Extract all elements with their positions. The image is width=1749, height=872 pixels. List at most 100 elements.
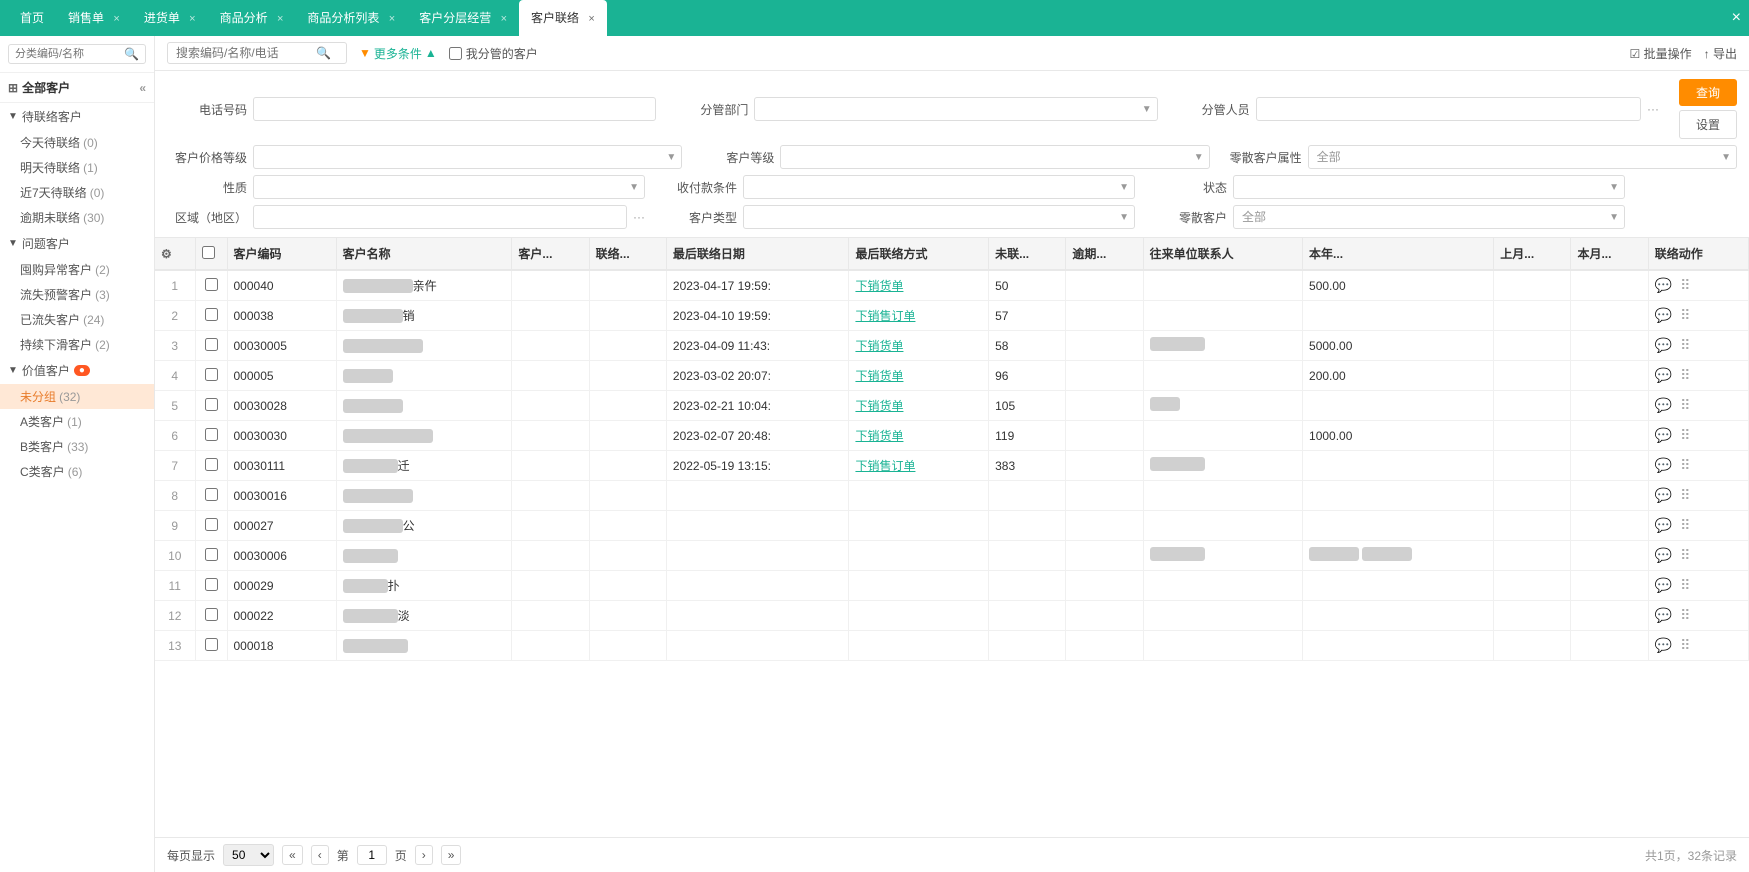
chat-icon[interactable]: 💬 <box>1655 397 1672 414</box>
window-close-button[interactable]: × <box>1732 9 1741 27</box>
gear-icon[interactable]: ⚙ <box>161 247 172 261</box>
tab-purchase[interactable]: 进货单 × <box>132 0 208 36</box>
sidebar-item-churn-warning[interactable]: 流失预警客户 (3) <box>0 282 154 307</box>
chat-icon[interactable]: 💬 <box>1655 487 1672 504</box>
chat-icon[interactable]: 💬 <box>1655 307 1672 324</box>
my-customers-checkbox-label[interactable]: 我分管的客户 <box>449 45 538 62</box>
more-action-icon[interactable]: ⠿ <box>1680 307 1690 324</box>
sidebar-item-today-pending[interactable]: 今天待联络 (0) <box>0 130 154 155</box>
last-method-link[interactable]: 下销货单 <box>855 399 903 413</box>
page-size-select[interactable]: 50 100 <box>223 844 274 866</box>
chat-icon[interactable]: 💬 <box>1655 337 1672 354</box>
more-action-icon[interactable]: ⠿ <box>1680 367 1690 384</box>
sidebar-all-customers[interactable]: ⊞ 全部客户 « <box>0 73 154 103</box>
filter-region-dots[interactable]: ··· <box>633 210 645 224</box>
filter-status-select[interactable] <box>1233 175 1625 199</box>
last-method-link[interactable]: 下销货单 <box>855 369 903 383</box>
last-method-link[interactable]: 下销货单 <box>855 339 903 353</box>
tab-sales-close[interactable]: × <box>113 13 119 25</box>
filter-phone-input[interactable] <box>253 97 656 121</box>
my-customers-checkbox[interactable] <box>449 47 462 60</box>
tab-product-analysis-list[interactable]: 商品分析列表 × <box>295 0 407 36</box>
tab-sales[interactable]: 销售单 × <box>56 0 132 36</box>
filter-scatter-attr-select[interactable]: 全部 <box>1308 145 1737 169</box>
row-checkbox[interactable] <box>205 278 218 291</box>
page-number-input[interactable] <box>357 845 387 865</box>
filter-scatter-customer-select[interactable]: 全部 <box>1233 205 1625 229</box>
filter-search-input[interactable] <box>176 46 316 60</box>
more-action-icon[interactable]: ⠿ <box>1680 337 1690 354</box>
last-method-link[interactable]: 下销货单 <box>855 429 903 443</box>
row-checkbox[interactable] <box>205 578 218 591</box>
last-method-link[interactable]: 下销货单 <box>855 279 903 293</box>
row-checkbox[interactable] <box>205 548 218 561</box>
select-all-checkbox[interactable] <box>202 246 215 259</box>
more-action-icon[interactable]: ⠿ <box>1680 457 1690 474</box>
batch-op-button[interactable]: ☑ 批量操作 <box>1630 45 1692 62</box>
tab-product-analysis[interactable]: 商品分析 × <box>208 0 296 36</box>
chat-icon[interactable]: 💬 <box>1655 367 1672 384</box>
filter-person-dots[interactable]: ··· <box>1647 102 1659 116</box>
more-action-icon[interactable]: ⠿ <box>1680 637 1690 654</box>
sidebar-collapse-button[interactable]: « <box>139 81 146 95</box>
filter-customer-level-select[interactable] <box>780 145 1209 169</box>
home-tab[interactable]: 首页 <box>8 0 56 36</box>
filter-customer-type-select[interactable] <box>743 205 1135 229</box>
chat-icon[interactable]: 💬 <box>1655 577 1672 594</box>
more-action-icon[interactable]: ⠿ <box>1680 277 1690 294</box>
row-checkbox[interactable] <box>205 638 218 651</box>
row-checkbox[interactable] <box>205 368 218 381</box>
row-checkbox[interactable] <box>205 398 218 411</box>
filter-nature-select[interactable] <box>253 175 645 199</box>
query-button[interactable]: 查询 <box>1679 79 1737 106</box>
sidebar-item-tomorrow-pending[interactable]: 明天待联络 (1) <box>0 155 154 180</box>
sidebar-item-declining[interactable]: 持续下滑客户 (2) <box>0 332 154 357</box>
last-method-link[interactable]: 下销售订单 <box>855 459 915 473</box>
tab-product-analysis-close[interactable]: × <box>277 13 283 25</box>
sidebar-item-class-c[interactable]: C类客户 (6) <box>0 459 154 484</box>
filter-price-tier-select[interactable] <box>253 145 682 169</box>
more-action-icon[interactable]: ⠿ <box>1680 397 1690 414</box>
filter-person-select[interactable] <box>1256 97 1641 121</box>
sidebar-item-week-pending[interactable]: 近7天待联络 (0) <box>0 180 154 205</box>
row-checkbox[interactable] <box>205 608 218 621</box>
sidebar-item-hoarding-abnormal[interactable]: 囤购异常客户 (2) <box>0 257 154 282</box>
tab-purchase-close[interactable]: × <box>189 13 195 25</box>
filter-dept-select[interactable] <box>754 97 1157 121</box>
chat-icon[interactable]: 💬 <box>1655 637 1672 654</box>
chat-icon[interactable]: 💬 <box>1655 277 1672 294</box>
sidebar-item-unclassified[interactable]: 未分组 (32) <box>0 384 154 409</box>
reset-button[interactable]: 设置 <box>1679 110 1737 139</box>
more-action-icon[interactable]: ⠿ <box>1680 577 1690 594</box>
sidebar-group-problem[interactable]: ▼ 问题客户 <box>0 230 154 257</box>
tab-customer-tier-close[interactable]: × <box>501 13 507 25</box>
chat-icon[interactable]: 💬 <box>1655 607 1672 624</box>
row-checkbox[interactable] <box>205 308 218 321</box>
chat-icon[interactable]: 💬 <box>1655 427 1672 444</box>
last-page-button[interactable]: » <box>441 845 462 865</box>
first-page-button[interactable]: « <box>282 845 303 865</box>
chat-icon[interactable]: 💬 <box>1655 457 1672 474</box>
more-action-icon[interactable]: ⠿ <box>1680 607 1690 624</box>
row-checkbox[interactable] <box>205 488 218 501</box>
tab-customer-contact[interactable]: 客户联络 × <box>519 0 607 36</box>
row-checkbox[interactable] <box>205 458 218 471</box>
filter-region-select[interactable] <box>253 205 627 229</box>
row-checkbox[interactable] <box>205 338 218 351</box>
more-conditions-button[interactable]: ▼ 更多条件 ▲ <box>359 45 437 62</box>
row-checkbox[interactable] <box>205 518 218 531</box>
more-action-icon[interactable]: ⠿ <box>1680 487 1690 504</box>
chat-icon[interactable]: 💬 <box>1655 547 1672 564</box>
sidebar-group-pending[interactable]: ▼ 待联络客户 <box>0 103 154 130</box>
tab-customer-contact-close[interactable]: × <box>588 13 594 25</box>
sidebar-group-value[interactable]: ▼ 价值客户 ● <box>0 357 154 384</box>
filter-payment-select[interactable] <box>743 175 1135 199</box>
sidebar-item-class-a[interactable]: A类客户 (1) <box>0 409 154 434</box>
prev-page-button[interactable]: ‹ <box>311 845 329 865</box>
filter-search-icon[interactable]: 🔍 <box>316 46 331 60</box>
sidebar-item-overdue-contact[interactable]: 逾期未联络 (30) <box>0 205 154 230</box>
more-action-icon[interactable]: ⠿ <box>1680 427 1690 444</box>
next-page-button[interactable]: › <box>415 845 433 865</box>
tab-product-analysis-list-close[interactable]: × <box>389 13 395 25</box>
tab-customer-tier[interactable]: 客户分层经营 × <box>407 0 519 36</box>
